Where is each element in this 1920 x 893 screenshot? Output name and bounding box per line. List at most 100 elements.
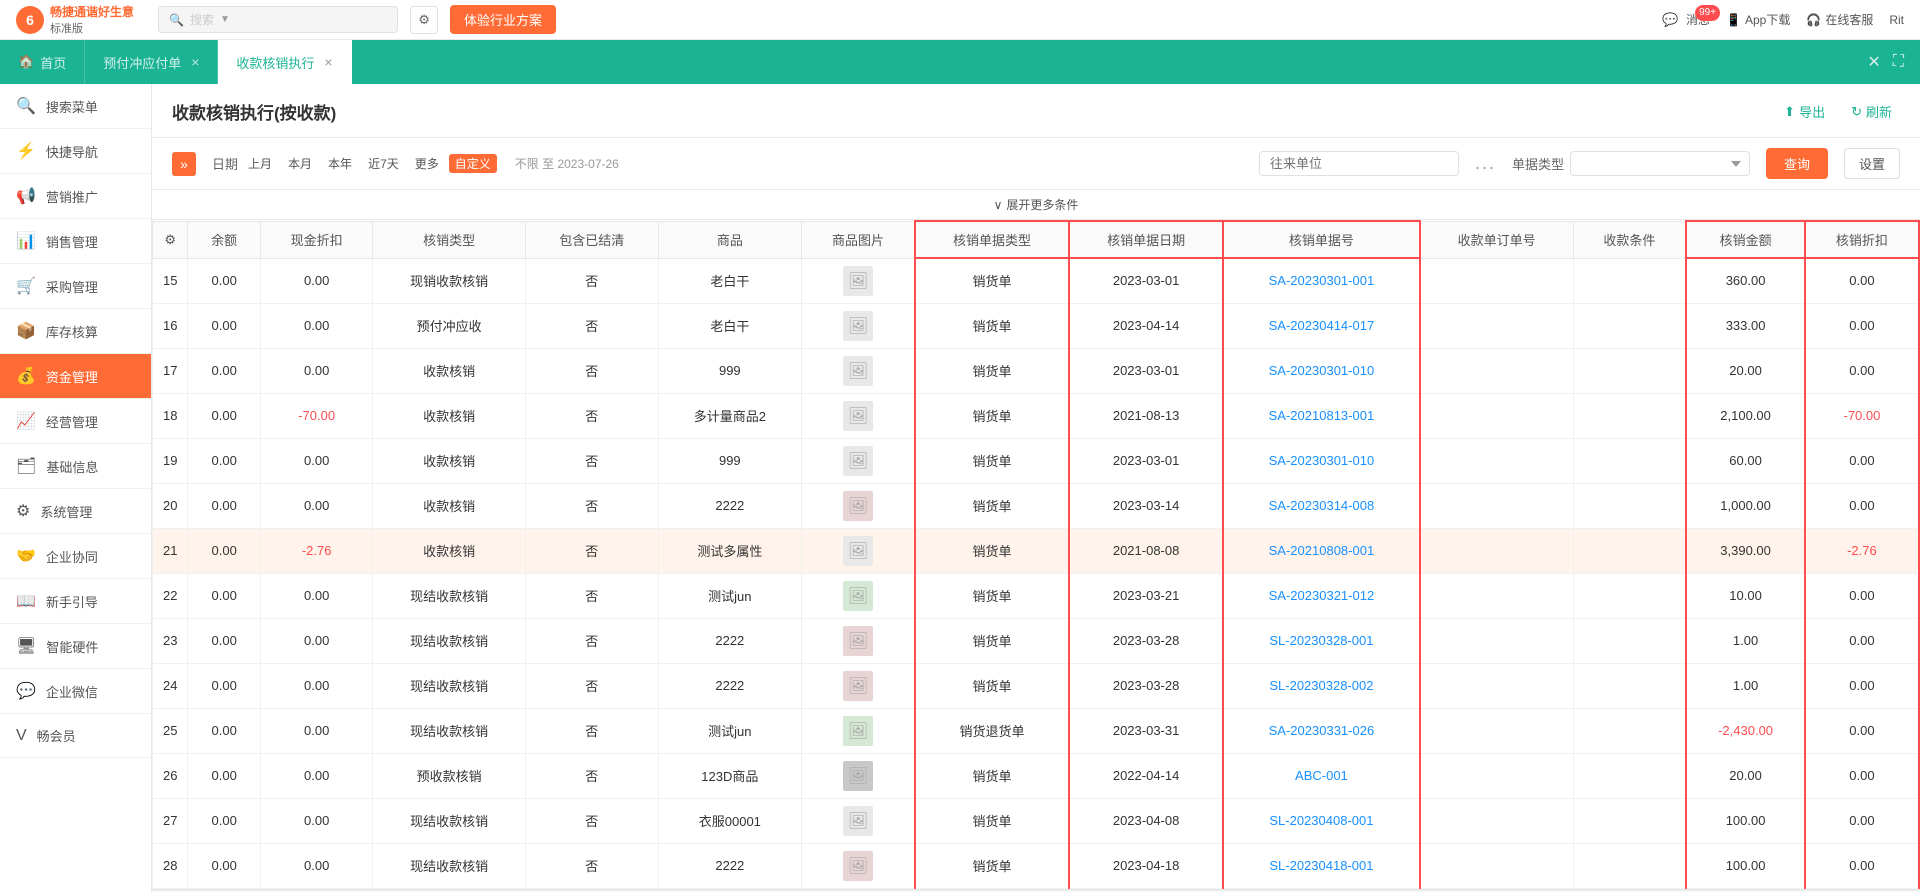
cell-receipt-order-no [1420, 348, 1573, 393]
page-title-row: 收款核销执行(按收款) ⬆ 导出 ↻ 刷新 [172, 98, 1900, 125]
gear-button[interactable]: ⚙ [410, 6, 438, 34]
cell-goods-img: 🖼 [802, 393, 915, 438]
tab-verify[interactable]: 收款核销执行 × [218, 40, 351, 84]
cell-verify-bill-type: 销货单 [915, 843, 1069, 888]
cell-verify-type: 收款核销 [373, 393, 526, 438]
cell-verify-amount: 3,390.00 [1686, 528, 1805, 573]
cell-balance: 0.00 [188, 258, 260, 303]
industry-button[interactable]: 体验行业方案 [450, 5, 556, 34]
cell-id: 19 [153, 438, 188, 483]
date-7days[interactable]: 近7天 [364, 153, 403, 174]
cell-verify-bill-type: 销货单 [915, 798, 1069, 843]
table-footer: 40,556,66... 952.24 [152, 889, 1920, 893]
cell-goods: 999 [658, 348, 802, 393]
cell-verify-bill-type: 销货单 [915, 258, 1069, 303]
export-icon: ⬆ [1784, 104, 1795, 120]
cell-verify-bill-date: 2022-04-14 [1069, 753, 1223, 798]
verify-bill-no-link[interactable]: SA-20230301-010 [1269, 453, 1375, 468]
sidebar-item-guide[interactable]: 📖 新手引导 [0, 579, 151, 624]
cell-balance: 0.00 [188, 303, 260, 348]
counterpart-input[interactable] [1259, 151, 1459, 176]
verify-bill-no-link[interactable]: SA-20210813-001 [1269, 408, 1375, 423]
query-button[interactable]: 查询 [1766, 148, 1828, 179]
sidebar-item-finance[interactable]: 💰 资金管理 [0, 354, 151, 399]
verify-bill-no-link[interactable]: SL-20230328-002 [1269, 678, 1373, 693]
tab-close-all-icon[interactable]: ✕ [1867, 52, 1880, 72]
verify-bill-no-link[interactable]: SA-20230321-012 [1269, 588, 1375, 603]
goods-img: 🖼 [843, 671, 873, 701]
cell-verify-bill-no: SL-20230408-001 [1223, 798, 1420, 843]
cell-goods-img: 🖼 [802, 798, 915, 843]
refresh-button[interactable]: ↻ 刷新 [1843, 98, 1900, 125]
date-more[interactable]: 更多 [411, 153, 443, 174]
date-this-month[interactable]: 本月 [284, 153, 316, 174]
tab-prepay-close[interactable]: × [191, 54, 199, 70]
tab-restore-icon[interactable]: ⛶ [1893, 53, 1904, 71]
settings-button[interactable]: 设置 [1844, 148, 1900, 179]
sidebar-item-operations[interactable]: 📈 经营管理 [0, 399, 151, 444]
verify-bill-no-link[interactable]: SA-20230301-010 [1269, 363, 1375, 378]
sidebar-item-system[interactable]: ⚙ 系统管理 [0, 489, 151, 534]
verify-bill-no-link[interactable]: SL-20230418-001 [1269, 858, 1373, 873]
verify-bill-no-link[interactable]: SA-20230301-001 [1269, 273, 1375, 288]
sidebar-item-purchase[interactable]: 🛒 采购管理 [0, 264, 151, 309]
sidebar-item-corp[interactable]: 🤝 企业协同 [0, 534, 151, 579]
col-header-cash-discount: 现金折扣 [260, 221, 373, 258]
cell-receipt-condition [1573, 798, 1686, 843]
sidebar-item-inventory[interactable]: 📦 库存核算 [0, 309, 151, 354]
search-input-wrap[interactable]: 🔍 搜索 ▼ [158, 6, 398, 33]
cell-id: 17 [153, 348, 188, 393]
cell-goods: 多计量商品2 [658, 393, 802, 438]
cell-verify-bill-no: SA-20230414-017 [1223, 303, 1420, 348]
goods-img: 🖼 [843, 401, 873, 431]
cell-balance: 0.00 [188, 483, 260, 528]
user-name[interactable]: Rit [1889, 13, 1904, 27]
message-button[interactable]: 💬 99+ 消息 [1662, 11, 1710, 28]
cell-verify-bill-type: 销货单 [915, 348, 1069, 393]
tab-home-label: 首页 [40, 53, 66, 72]
tab-prepay[interactable]: 预付冲应付单 × [85, 40, 218, 84]
export-button[interactable]: ⬆ 导出 [1776, 98, 1833, 125]
cell-verify-bill-date: 2023-03-01 [1069, 438, 1223, 483]
sidebar-item-shortcut[interactable]: ⚡ 快捷导航 [0, 129, 151, 174]
verify-bill-no-link[interactable]: SA-20230314-008 [1269, 498, 1375, 513]
verify-bill-no-link[interactable]: SL-20230328-001 [1269, 633, 1373, 648]
cell-id: 24 [153, 663, 188, 708]
basic-icon: 🗂 [16, 456, 36, 476]
verify-bill-no-link[interactable]: SA-20230414-017 [1269, 318, 1375, 333]
cell-verify-type: 现结收款核销 [373, 708, 526, 753]
cell-include-settled: 否 [525, 303, 658, 348]
sidebar-item-hardware[interactable]: 🖥 智能硬件 [0, 624, 151, 669]
cell-verify-type: 现结收款核销 [373, 663, 526, 708]
verify-bill-no-link[interactable]: SA-20230331-026 [1269, 723, 1375, 738]
filter-dots: ... [1475, 153, 1496, 174]
verify-bill-no-link[interactable]: ABC-001 [1295, 768, 1348, 783]
cell-balance: 0.00 [188, 843, 260, 888]
sidebar-item-wechat[interactable]: 💬 企业微信 [0, 669, 151, 714]
cell-include-settled: 否 [525, 573, 658, 618]
sidebar-item-member[interactable]: V 畅会员 [0, 714, 151, 758]
expand-more-button[interactable]: ∨ 展开更多条件 [994, 196, 1079, 213]
app-download-button[interactable]: 📱 App下载 [1726, 11, 1790, 28]
cell-goods: 衣服00001 [658, 798, 802, 843]
date-last-month[interactable]: 上月 [244, 153, 276, 174]
online-service-button[interactable]: 🎧 在线客服 [1806, 11, 1873, 28]
sidebar-item-search[interactable]: 🔍 搜索菜单 [0, 84, 151, 129]
cell-verify-bill-type: 销货单 [915, 303, 1069, 348]
sidebar-item-marketing[interactable]: 📢 营销推广 [0, 174, 151, 219]
cell-goods-img: 🖼 [802, 573, 915, 618]
sidebar-item-label: 搜索菜单 [46, 97, 98, 116]
date-this-year[interactable]: 本年 [324, 153, 356, 174]
bill-type-select[interactable] [1570, 151, 1750, 176]
tab-verify-close[interactable]: × [324, 54, 332, 70]
cell-receipt-condition [1573, 483, 1686, 528]
expand-button[interactable]: » [172, 152, 196, 176]
logo-icon: 6 [16, 6, 44, 34]
verify-bill-no-link[interactable]: SL-20230408-001 [1269, 813, 1373, 828]
sidebar-item-label: 快捷导航 [46, 142, 98, 161]
sidebar-item-basic[interactable]: 🗂 基础信息 [0, 444, 151, 489]
date-custom[interactable]: 自定义 [449, 154, 497, 173]
sidebar-item-sales[interactable]: 📊 销售管理 [0, 219, 151, 264]
tab-home[interactable]: 🏠 首页 [0, 40, 85, 84]
verify-bill-no-link[interactable]: SA-20210808-001 [1269, 543, 1375, 558]
